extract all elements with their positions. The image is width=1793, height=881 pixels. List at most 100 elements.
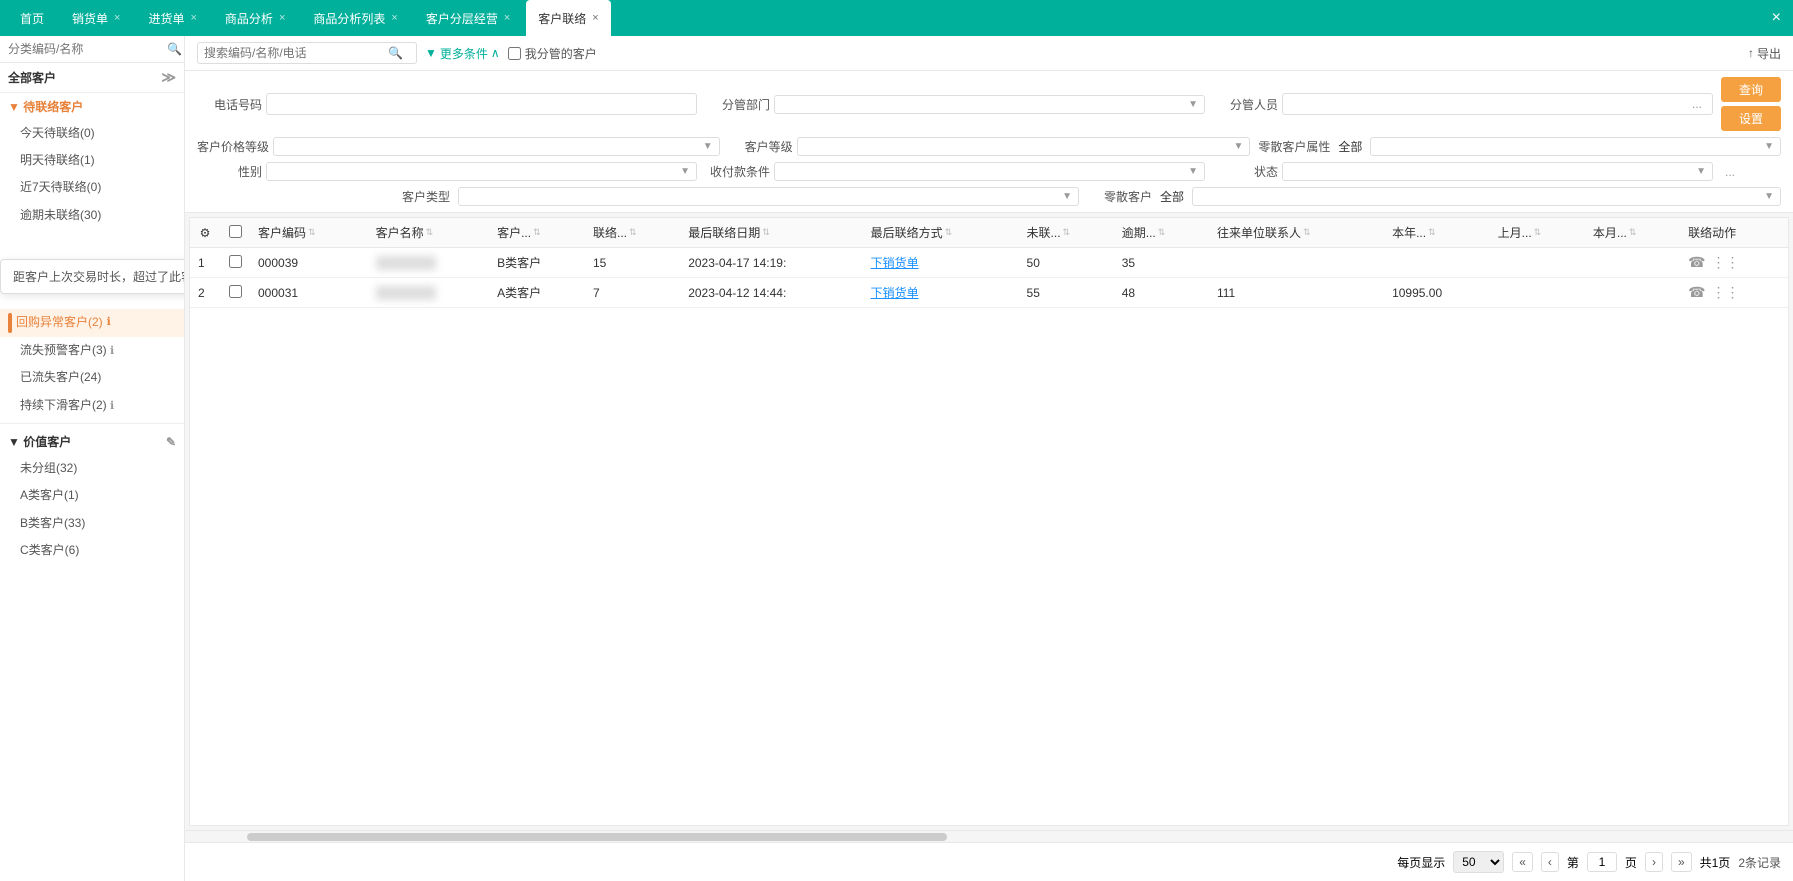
- table-settings-th[interactable]: ⚙: [190, 218, 220, 248]
- horizontal-scrollbar[interactable]: [185, 830, 1793, 842]
- customer-type-select[interactable]: ▼: [458, 187, 1079, 206]
- retail-attr-select[interactable]: ▼: [1370, 137, 1781, 156]
- settings-btn[interactable]: 设置: [1721, 106, 1781, 131]
- last-page-btn[interactable]: »: [1671, 852, 1692, 872]
- sidebar-value-section[interactable]: ▼ 价值客户 ✎: [0, 428, 184, 455]
- export-icon: ↑: [1748, 46, 1754, 60]
- more-icon[interactable]: ⋮⋮: [1712, 284, 1740, 301]
- sort-name-icon: ⇅: [426, 227, 434, 238]
- phone-input[interactable]: [266, 93, 697, 115]
- th-name[interactable]: 客户名称 ⇅: [368, 218, 489, 248]
- sort-year-icon: ⇅: [1428, 227, 1436, 238]
- gender-select[interactable]: ▼: [266, 162, 697, 181]
- filter-row-3: 性别 ▼ 收付款条件 ▼ 状态: [197, 162, 1781, 181]
- close-analysis-tab[interactable]: ×: [279, 12, 285, 24]
- cell-checkbox[interactable]: [220, 278, 250, 308]
- call-icon[interactable]: ☎: [1688, 254, 1705, 271]
- th-this-month[interactable]: 本月... ⇅: [1585, 218, 1680, 248]
- query-btn[interactable]: 查询: [1721, 77, 1781, 102]
- sidebar-class-b[interactable]: B类客户(33): [0, 510, 184, 537]
- close-analysis-list-tab[interactable]: ×: [391, 12, 397, 24]
- th-this-year[interactable]: 本年... ⇅: [1384, 218, 1490, 248]
- sidebar-unclassified[interactable]: 未分组(32): [0, 455, 184, 482]
- manager-filter: 分管人员 ...: [1213, 93, 1713, 115]
- cell-last-contact-method[interactable]: 下销货单: [863, 248, 1019, 278]
- th-last-contact-date[interactable]: 最后联络日期 ⇅: [680, 218, 862, 248]
- th-class[interactable]: 客户... ⇅: [489, 218, 585, 248]
- th-contacts[interactable]: 联络... ⇅: [585, 218, 680, 248]
- filter-icon: ▼: [425, 46, 437, 60]
- sidebar-search-input[interactable]: [8, 42, 163, 56]
- customer-level-select[interactable]: ▼: [797, 137, 1251, 156]
- pagination: 每页显示 50 100 200 « ‹ 第 页 › » 共1页 2条记录: [185, 842, 1793, 881]
- retail-attr-chevron: ▼: [1764, 141, 1774, 152]
- sidebar-class-c[interactable]: C类客户(6): [0, 537, 184, 564]
- search-input[interactable]: [204, 46, 384, 60]
- sidebar-today-pending[interactable]: 今天待联络(0): [0, 120, 184, 147]
- page-number-input[interactable]: [1587, 852, 1617, 872]
- per-page-select[interactable]: 50 100 200: [1453, 851, 1504, 873]
- search-icon[interactable]: 🔍: [388, 46, 403, 60]
- status-select[interactable]: ▼: [1282, 162, 1713, 181]
- sidebar-lost-warning[interactable]: 流失预警客户(3) ℹ: [0, 337, 184, 365]
- sidebar-collapse-btn[interactable]: ≫: [161, 69, 176, 86]
- sidebar-tomorrow-pending[interactable]: 明天待联络(1): [0, 147, 184, 174]
- sidebar: 🔍 全部客户 ≫ ▼ 待联络客户 今天待联络(0) 明天待联络(1) 近7天待联…: [0, 36, 185, 881]
- tab-home[interactable]: 首页: [8, 0, 56, 36]
- first-page-btn[interactable]: «: [1512, 852, 1533, 872]
- row3-dots[interactable]: ...: [1721, 165, 1739, 179]
- cell-this-month: [1585, 248, 1680, 278]
- more-conditions-btn[interactable]: ▼ 更多条件 ∧: [425, 45, 500, 62]
- tab-purchase[interactable]: 进货单 ×: [136, 0, 208, 36]
- sidebar-declining[interactable]: 持续下滑客户(2) ℹ: [0, 392, 184, 420]
- close-customer-contact-tab[interactable]: ×: [592, 12, 598, 24]
- th-overdue[interactable]: 逾期... ⇅: [1114, 218, 1209, 248]
- close-customer-tier-tab[interactable]: ×: [504, 12, 510, 24]
- sort-contacts-icon: ⇅: [629, 227, 637, 238]
- tab-analysis-list[interactable]: 商品分析列表 ×: [301, 0, 409, 36]
- close-purchase-tab[interactable]: ×: [190, 12, 196, 24]
- my-customers-checkbox[interactable]: 我分管的客户: [508, 45, 597, 62]
- retail-customer-select[interactable]: ▼: [1192, 187, 1781, 206]
- sidebar-search-wrap: 🔍: [0, 36, 184, 63]
- manager-select[interactable]: ...: [1282, 93, 1713, 115]
- th-uncontacted[interactable]: 未联... ⇅: [1019, 218, 1114, 248]
- h-scroll-thumb[interactable]: [247, 833, 947, 841]
- more-icon[interactable]: ⋮⋮: [1712, 254, 1740, 271]
- sort-date-icon: ⇅: [762, 227, 770, 238]
- close-all-tabs[interactable]: ×: [1768, 5, 1785, 31]
- info-icon: ℹ: [107, 314, 111, 332]
- select-all-checkbox[interactable]: [229, 225, 242, 238]
- cell-checkbox[interactable]: [220, 248, 250, 278]
- th-last-month[interactable]: 上月... ⇅: [1490, 218, 1585, 248]
- tab-analysis[interactable]: 商品分析 ×: [213, 0, 297, 36]
- cell-code: 000039: [250, 248, 368, 278]
- close-sales-tab[interactable]: ×: [114, 12, 120, 24]
- payment-select[interactable]: ▼: [774, 162, 1205, 181]
- call-icon[interactable]: ☎: [1688, 284, 1705, 301]
- th-unit-contacts[interactable]: 往来单位联系人 ⇅: [1209, 218, 1384, 248]
- sidebar-pending-section[interactable]: ▼ 待联络客户: [0, 93, 184, 120]
- my-customers-check[interactable]: [508, 47, 521, 60]
- th-last-contact-method[interactable]: 最后联络方式 ⇅: [863, 218, 1019, 248]
- export-btn[interactable]: ↑ 导出: [1748, 45, 1781, 62]
- tab-customer-contact[interactable]: 客户联络 ×: [526, 0, 610, 36]
- sidebar-repurchase-abnormal[interactable]: 回购异常客户(2) ℹ: [0, 309, 184, 337]
- edit-icon[interactable]: ✎: [166, 435, 176, 449]
- next-page-btn[interactable]: ›: [1645, 852, 1663, 872]
- table-checkbox-th[interactable]: [220, 218, 250, 248]
- price-level-select[interactable]: ▼: [273, 137, 720, 156]
- dept-select[interactable]: ▼: [774, 95, 1205, 114]
- th-code[interactable]: 客户编码 ⇅: [250, 218, 368, 248]
- cell-last-contact-method[interactable]: 下销货单: [863, 278, 1019, 308]
- sidebar-week-pending[interactable]: 近7天待联络(0): [0, 174, 184, 201]
- tab-customer-tier[interactable]: 客户分层经营 ×: [414, 0, 522, 36]
- sidebar-already-lost[interactable]: 已流失客户(24): [0, 364, 184, 391]
- tab-sales[interactable]: 销货单 ×: [60, 0, 132, 36]
- sidebar-class-a[interactable]: A类客户(1): [0, 482, 184, 509]
- cell-class: B类客户: [489, 248, 585, 278]
- manager-dots[interactable]: ...: [1688, 97, 1706, 111]
- prev-page-btn[interactable]: ‹: [1541, 852, 1559, 872]
- sidebar-overdue-pending[interactable]: 逾期未联络(30): [0, 202, 184, 229]
- sidebar-search-icon[interactable]: 🔍: [167, 42, 182, 56]
